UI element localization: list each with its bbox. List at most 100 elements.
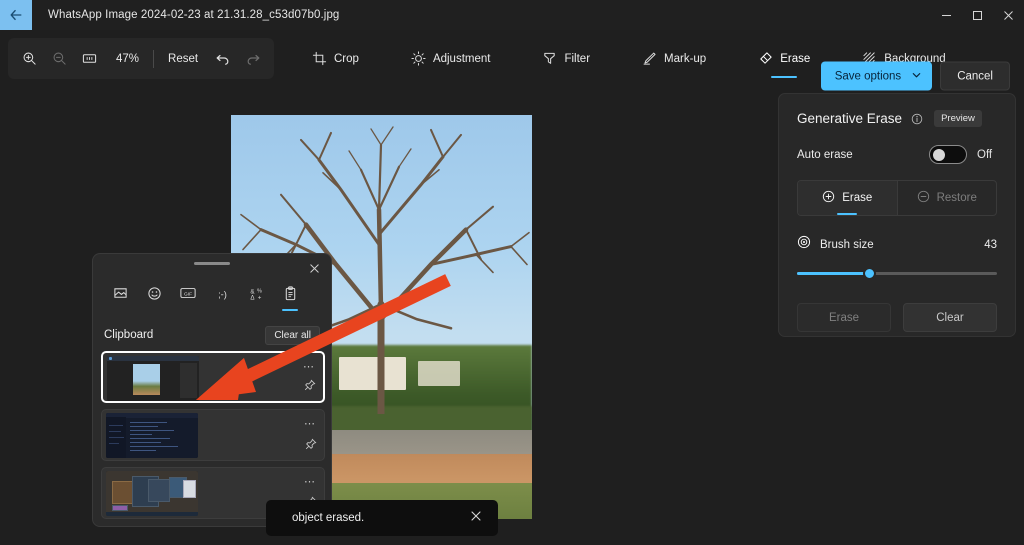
info-icon[interactable] <box>911 113 923 125</box>
tab-emoji[interactable] <box>141 280 167 306</box>
svg-text:+: + <box>258 294 262 300</box>
zoom-out-button[interactable] <box>44 44 74 74</box>
toggle-knob <box>932 148 945 161</box>
tool-spacer <box>604 38 628 79</box>
more-options-icon[interactable]: ⋯ <box>303 360 315 373</box>
more-options-icon[interactable]: ⋯ <box>304 417 316 430</box>
brush-size-row: Brush size 43 <box>797 235 997 254</box>
save-options-button[interactable]: Save options <box>820 61 933 91</box>
zoom-in-button[interactable] <box>14 44 44 74</box>
toolbar-actions: Save options Cancel <box>820 61 1010 91</box>
clipboard-close-button[interactable] <box>303 258 325 278</box>
tool-markup-label: Mark-up <box>664 52 707 65</box>
auto-erase-toggle-group: Off <box>929 145 997 164</box>
recent-image-icon <box>113 287 127 298</box>
auto-erase-label: Auto erase <box>797 148 853 161</box>
crop-icon <box>312 51 327 66</box>
main-toolbar: 47% Reset Crop Adjustment Filter Mark-up… <box>0 30 1024 91</box>
minimize-button[interactable] <box>931 0 962 30</box>
clipboard-item[interactable]: ⋯ <box>101 409 325 461</box>
brush-size-value: 43 <box>984 238 997 251</box>
segment-restore-label: Restore <box>936 192 977 204</box>
segment-restore[interactable]: Restore <box>898 181 997 215</box>
tool-adjustment[interactable]: Adjustment <box>397 38 505 79</box>
drag-handle[interactable] <box>194 262 230 265</box>
clear-all-button[interactable]: Clear all <box>265 325 320 345</box>
clipboard-thumbnail <box>106 471 198 516</box>
brush-size-slider[interactable] <box>797 265 997 283</box>
desktop-thumb <box>106 471 198 516</box>
photo-editor-thumb <box>107 356 199 401</box>
redo-button[interactable] <box>238 44 268 74</box>
tool-spacer <box>373 38 397 79</box>
undo-button[interactable] <box>208 44 238 74</box>
status-toast: object erased. <box>266 500 498 536</box>
clipboard-item[interactable]: ⋯ <box>101 351 325 403</box>
tab-clipboard[interactable] <box>277 280 303 306</box>
eraser-icon <box>758 51 773 66</box>
svg-text:Δ: Δ <box>250 294 254 300</box>
clipboard-thumbnail <box>106 413 198 458</box>
zoom-controls: 47% Reset <box>8 38 275 79</box>
minus-circle-icon <box>917 190 930 206</box>
reset-button[interactable]: Reset <box>158 47 208 71</box>
tool-crop[interactable]: Crop <box>298 38 373 79</box>
filter-icon <box>542 51 557 66</box>
chevron-down-icon <box>911 69 922 83</box>
tool-erase[interactable]: Erase <box>744 38 824 79</box>
close-button[interactable] <box>993 0 1024 30</box>
brightness-icon <box>411 51 426 66</box>
tool-markup[interactable]: Mark-up <box>628 38 720 79</box>
undo-icon <box>216 54 229 65</box>
pin-icon[interactable] <box>304 378 316 396</box>
panel-title: Generative Erase <box>797 111 903 126</box>
preview-badge: Preview <box>934 110 982 127</box>
tab-gif[interactable]: GIF <box>175 280 201 306</box>
erase-restore-segmented: Erase Restore <box>797 180 997 216</box>
kaomoji-icon: ;-) <box>218 289 227 299</box>
tool-filter-label: Filter <box>564 52 591 65</box>
pin-icon[interactable] <box>305 437 317 455</box>
clipboard-thumbnail <box>107 356 199 401</box>
close-icon <box>471 511 481 521</box>
pen-icon <box>642 51 657 66</box>
brush-size-left: Brush size <box>797 235 874 254</box>
emoji-icon <box>147 286 161 300</box>
tab-kaomoji[interactable]: ;-) <box>209 280 235 306</box>
auto-erase-toggle[interactable] <box>929 145 967 164</box>
slider-thumb[interactable] <box>862 267 876 280</box>
minimize-icon <box>942 14 951 16</box>
tab-recent-image[interactable] <box>107 280 133 306</box>
svg-text:;-): ;-) <box>218 289 227 299</box>
gif-icon: GIF <box>180 288 196 298</box>
panel-header: Generative Erase Preview <box>797 110 997 127</box>
clipboard-tabs: GIF ;-) & % Δ + <box>93 276 331 310</box>
panel-clear-button[interactable]: Clear <box>903 303 997 332</box>
clipboard-items-list: ⋯ ⋯ ⋯ <box>101 351 325 525</box>
redo-icon <box>247 54 260 65</box>
title-bar: WhatsApp Image 2024-02-23 at 21.31.28_c5… <box>0 0 1024 30</box>
toast-message: object erased. <box>292 512 365 524</box>
tab-symbols[interactable]: & % Δ + <box>243 280 269 306</box>
back-button[interactable] <box>0 0 32 30</box>
toast-close-button[interactable] <box>466 505 486 531</box>
segment-erase[interactable]: Erase <box>798 181 897 215</box>
fit-to-window-button[interactable] <box>74 44 104 74</box>
toolbar-divider <box>153 49 155 68</box>
auto-erase-row: Auto erase Off <box>797 145 997 164</box>
segment-erase-label: Erase <box>842 192 873 204</box>
more-options-icon[interactable]: ⋯ <box>304 475 316 488</box>
zoom-in-icon <box>23 52 36 65</box>
tool-filter[interactable]: Filter <box>528 38 604 79</box>
slider-fill <box>797 272 869 275</box>
plus-circle-icon <box>822 190 835 206</box>
file-title: WhatsApp Image 2024-02-23 at 21.31.28_c5… <box>48 9 340 21</box>
maximize-button[interactable] <box>962 0 993 30</box>
zoom-out-icon <box>53 52 66 65</box>
tool-spacer <box>504 38 528 79</box>
cancel-button[interactable]: Cancel <box>940 61 1010 91</box>
maximize-icon <box>973 10 982 20</box>
photos-editor-window: WhatsApp Image 2024-02-23 at 21.31.28_c5… <box>0 0 1024 545</box>
auto-erase-state: Off <box>977 148 993 161</box>
panel-erase-button[interactable]: Erase <box>797 303 891 332</box>
